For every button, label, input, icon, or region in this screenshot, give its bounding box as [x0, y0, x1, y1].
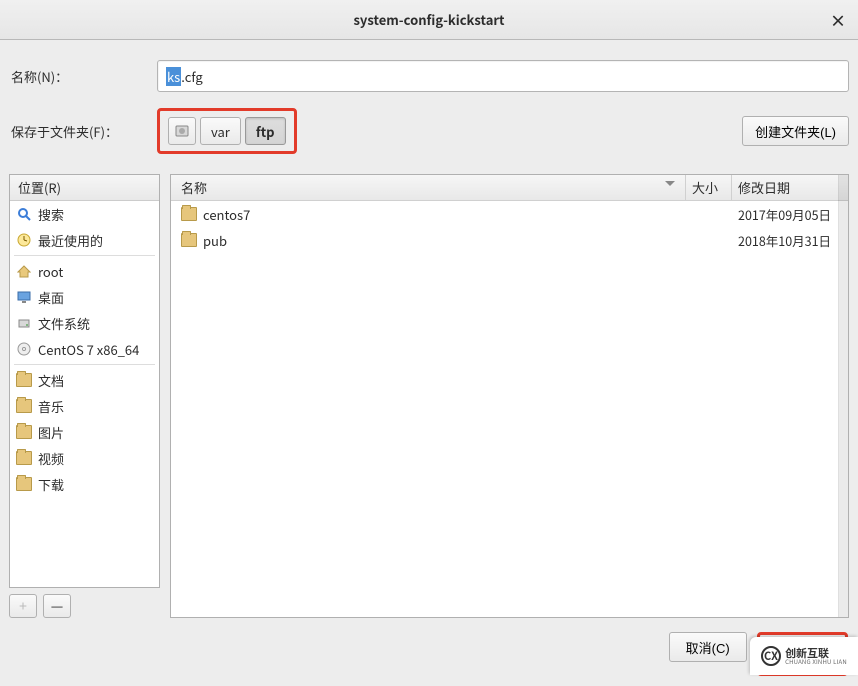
place-label: root [38, 262, 63, 281]
disk-icon [174, 123, 190, 139]
place-label: CentOS 7 x86_64 [38, 340, 139, 359]
crumb-root[interactable] [168, 117, 196, 145]
file-name: centos7 [203, 205, 250, 224]
place-label: 下载 [38, 475, 64, 494]
place-search[interactable]: 搜索 [10, 201, 159, 227]
folder-icon [181, 207, 197, 221]
places-header: 位置(R) [10, 175, 159, 201]
place-videos[interactable]: 视频 [10, 445, 159, 471]
column-date[interactable]: 修改日期 [732, 175, 848, 200]
filename-input[interactable]: ks.cfg [157, 60, 849, 92]
place-sep [14, 255, 155, 256]
place-label: 搜索 [38, 205, 64, 224]
place-label: 桌面 [38, 288, 64, 307]
place-sep [14, 364, 155, 365]
folder-icon [181, 233, 197, 247]
sort-indicator-icon [665, 181, 675, 186]
place-label: 文档 [38, 371, 64, 390]
folder-icon [16, 476, 32, 492]
place-pictures[interactable]: 图片 [10, 419, 159, 445]
place-root[interactable]: root [10, 258, 159, 284]
desktop-icon [16, 289, 32, 305]
folder-icon [16, 372, 32, 388]
place-label: 音乐 [38, 397, 64, 416]
remove-place-button[interactable]: — [43, 594, 71, 618]
breadcrumb-highlight: var ftp [157, 108, 297, 154]
watermark-logo-icon: CX [761, 646, 781, 666]
disc-icon [16, 341, 32, 357]
filename-rest: .cfg [181, 67, 202, 86]
place-music[interactable]: 音乐 [10, 393, 159, 419]
cancel-button[interactable]: 取消(C) [669, 632, 747, 662]
column-size[interactable]: 大小 [686, 175, 732, 200]
file-row[interactable]: pub 2018年10月31日 [171, 227, 848, 253]
scrollbar[interactable] [838, 175, 848, 617]
place-label: 图片 [38, 423, 64, 442]
place-label: 最近使用的 [38, 231, 103, 250]
close-icon[interactable]: × [830, 8, 846, 32]
name-label: 名称(N)： [9, 67, 157, 86]
crumb-ftp[interactable]: ftp [245, 117, 286, 145]
watermark-sub: CHUANG XINHU LIAN [785, 659, 847, 665]
column-name[interactable]: 名称 [171, 175, 686, 200]
place-label: 视频 [38, 449, 64, 468]
folder-icon [16, 450, 32, 466]
place-desktop[interactable]: 桌面 [10, 284, 159, 310]
place-recent[interactable]: 最近使用的 [10, 227, 159, 253]
window-title: system-config-kickstart [353, 10, 504, 29]
file-list-pane: 名称 大小 修改日期 centos7 2017年09月05日 pub 2018年… [170, 174, 849, 618]
places-list: 位置(R) 搜索 最近使用的 root 桌面 [9, 174, 160, 588]
watermark: CX 创新互联 CHUANG XINHU LIAN [750, 637, 858, 675]
file-name: pub [203, 231, 227, 250]
search-icon [16, 206, 32, 222]
place-label: 文件系统 [38, 314, 90, 333]
file-row[interactable]: centos7 2017年09月05日 [171, 201, 848, 227]
clock-icon [16, 232, 32, 248]
place-documents[interactable]: 文档 [10, 367, 159, 393]
home-icon [16, 263, 32, 279]
window-titlebar: system-config-kickstart × [0, 0, 858, 40]
add-place-button[interactable]: + [9, 594, 37, 618]
filename-selected-part: ks [166, 67, 181, 86]
folder-icon [16, 398, 32, 414]
create-folder-button[interactable]: 创建文件夹(L) [742, 116, 849, 146]
place-downloads[interactable]: 下载 [10, 471, 159, 497]
drive-icon [16, 315, 32, 331]
file-date: 2018年10月31日 [732, 231, 848, 250]
place-disc[interactable]: CentOS 7 x86_64 [10, 336, 159, 362]
file-date: 2017年09月05日 [732, 205, 848, 224]
crumb-var[interactable]: var [200, 117, 241, 145]
place-filesystem[interactable]: 文件系统 [10, 310, 159, 336]
folder-label: 保存于文件夹(F)： [9, 122, 157, 141]
folder-icon [16, 424, 32, 440]
